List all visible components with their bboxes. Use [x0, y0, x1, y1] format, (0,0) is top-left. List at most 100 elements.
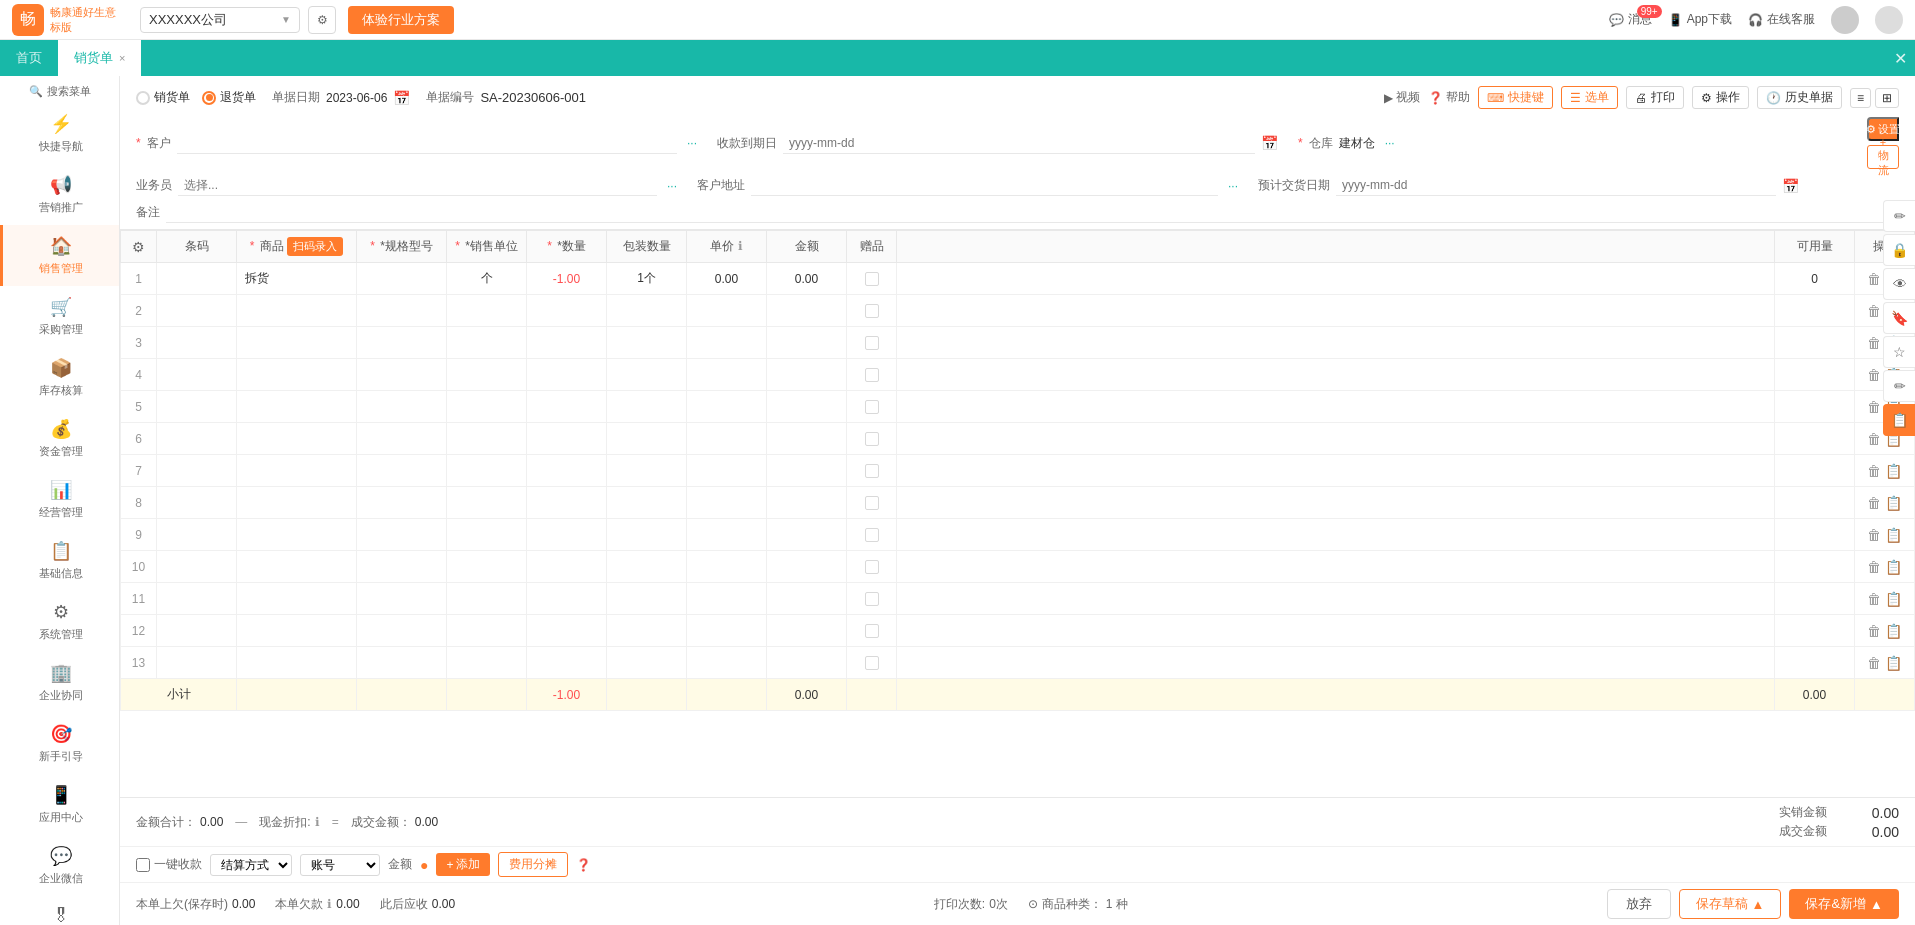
row-unit[interactable]	[447, 487, 527, 519]
row-product[interactable]	[237, 519, 357, 551]
row-barcode[interactable]	[157, 263, 237, 295]
row-product[interactable]	[237, 455, 357, 487]
row-unit[interactable]: 个	[447, 263, 527, 295]
delete-row-button[interactable]: 🗑	[1867, 303, 1881, 319]
row-remark[interactable]	[897, 295, 1775, 327]
row-remark[interactable]	[897, 359, 1775, 391]
delete-row-button[interactable]: 🗑	[1867, 399, 1881, 415]
customer-input[interactable]	[177, 133, 677, 154]
trial-button[interactable]: 体验行业方案	[348, 6, 454, 34]
sidebar-item-base-info[interactable]: 📋 基础信息	[0, 530, 119, 591]
row-gift[interactable]	[847, 455, 897, 487]
row-spec[interactable]	[357, 647, 447, 679]
row-barcode[interactable]	[157, 423, 237, 455]
row-spec[interactable]	[357, 615, 447, 647]
row-spec[interactable]	[357, 551, 447, 583]
gift-checkbox[interactable]	[865, 304, 879, 318]
row-price[interactable]	[687, 327, 767, 359]
row-remark[interactable]	[897, 647, 1775, 679]
list-view-button[interactable]: ≡	[1850, 88, 1871, 108]
gift-checkbox[interactable]	[865, 656, 879, 670]
row-price[interactable]	[687, 583, 767, 615]
delete-row-button[interactable]: 🗑	[1867, 431, 1881, 447]
row-barcode[interactable]	[157, 455, 237, 487]
sidebar-item-enterprise[interactable]: 🏢 企业协同	[0, 652, 119, 713]
row-remark[interactable]	[897, 263, 1775, 295]
row-unit[interactable]	[447, 455, 527, 487]
row-spec[interactable]	[357, 263, 447, 295]
delete-row-button[interactable]: 🗑	[1867, 559, 1881, 575]
row-qty[interactable]	[527, 647, 607, 679]
close-tab-icon[interactable]: ×	[119, 52, 125, 64]
row-qty[interactable]	[527, 359, 607, 391]
th-settings[interactable]: ⚙	[121, 231, 157, 263]
row-price[interactable]	[687, 359, 767, 391]
fee-help-icon[interactable]: ❓	[576, 858, 591, 872]
row-qty[interactable]	[527, 519, 607, 551]
row-qty[interactable]	[527, 487, 607, 519]
row-barcode[interactable]	[157, 359, 237, 391]
row-gift[interactable]	[847, 647, 897, 679]
sidebar-item-marketing[interactable]: 📢 营销推广	[0, 164, 119, 225]
sidebar-item-member[interactable]: 🎖 畅会员	[0, 896, 119, 925]
gift-checkbox[interactable]	[865, 432, 879, 446]
row-product[interactable]	[237, 359, 357, 391]
row-unit[interactable]	[447, 519, 527, 551]
save-draft-button[interactable]: 保存草稿 ▲	[1679, 889, 1782, 919]
row-barcode[interactable]	[157, 519, 237, 551]
row-spec[interactable]	[357, 519, 447, 551]
row-product[interactable]	[237, 615, 357, 647]
delete-row-button[interactable]: 🗑	[1867, 367, 1881, 383]
row-qty[interactable]	[527, 583, 607, 615]
app-download-button[interactable]: 📱 App下载	[1668, 11, 1732, 28]
sidebar-item-sales-mgmt[interactable]: 🏠 销售管理	[0, 225, 119, 286]
copy-row-button[interactable]: 📋	[1885, 527, 1902, 543]
select-order-button[interactable]: ☰ 选单	[1561, 86, 1618, 109]
row-remark[interactable]	[897, 519, 1775, 551]
sidebar-item-finance[interactable]: 💰 资金管理	[0, 408, 119, 469]
row-barcode[interactable]	[157, 487, 237, 519]
cash-discount-info-icon[interactable]: ℹ	[315, 815, 320, 829]
right-tool-action[interactable]: 📋	[1883, 404, 1915, 436]
row-unit[interactable]	[447, 647, 527, 679]
due-date-calendar-icon[interactable]: 📅	[1261, 135, 1278, 151]
row-qty[interactable]	[527, 615, 607, 647]
close-all-tabs-button[interactable]: ✕	[1894, 49, 1907, 68]
delete-row-button[interactable]: 🗑	[1867, 463, 1881, 479]
row-remark[interactable]	[897, 551, 1775, 583]
row-unit[interactable]	[447, 359, 527, 391]
expected-date-calendar-icon[interactable]: 📅	[1782, 178, 1799, 194]
row-qty[interactable]	[527, 423, 607, 455]
row-remark[interactable]	[897, 391, 1775, 423]
addr-more-icon[interactable]: ···	[1228, 179, 1238, 193]
row-gift[interactable]	[847, 487, 897, 519]
sidebar-item-wechat[interactable]: 💬 企业微信	[0, 835, 119, 896]
gift-checkbox[interactable]	[865, 400, 879, 414]
row-gift[interactable]	[847, 263, 897, 295]
gift-checkbox[interactable]	[865, 560, 879, 574]
delete-row-button[interactable]: 🗑	[1867, 623, 1881, 639]
tab-home[interactable]: 首页	[0, 40, 58, 76]
row-unit[interactable]	[447, 327, 527, 359]
row-product[interactable]	[237, 583, 357, 615]
row-product[interactable]	[237, 647, 357, 679]
delete-row-button[interactable]: 🗑	[1867, 335, 1881, 351]
account-select[interactable]: 账号	[300, 854, 380, 876]
row-spec[interactable]	[357, 391, 447, 423]
sidebar-item-inventory[interactable]: 📦 库存核算	[0, 347, 119, 408]
gift-checkbox[interactable]	[865, 592, 879, 606]
expected-date-input[interactable]	[1336, 175, 1776, 196]
copy-row-button[interactable]: 📋	[1885, 463, 1902, 479]
help-button[interactable]: ❓ 帮助	[1428, 89, 1470, 106]
row-barcode[interactable]	[157, 615, 237, 647]
row-price[interactable]	[687, 487, 767, 519]
copy-row-button[interactable]: 📋	[1885, 655, 1902, 671]
row-gift[interactable]	[847, 359, 897, 391]
gift-checkbox[interactable]	[865, 368, 879, 382]
row-gift[interactable]	[847, 583, 897, 615]
row-qty[interactable]	[527, 327, 607, 359]
row-product[interactable]	[237, 423, 357, 455]
row-price[interactable]	[687, 519, 767, 551]
gift-checkbox[interactable]	[865, 464, 879, 478]
gift-checkbox[interactable]	[865, 336, 879, 350]
